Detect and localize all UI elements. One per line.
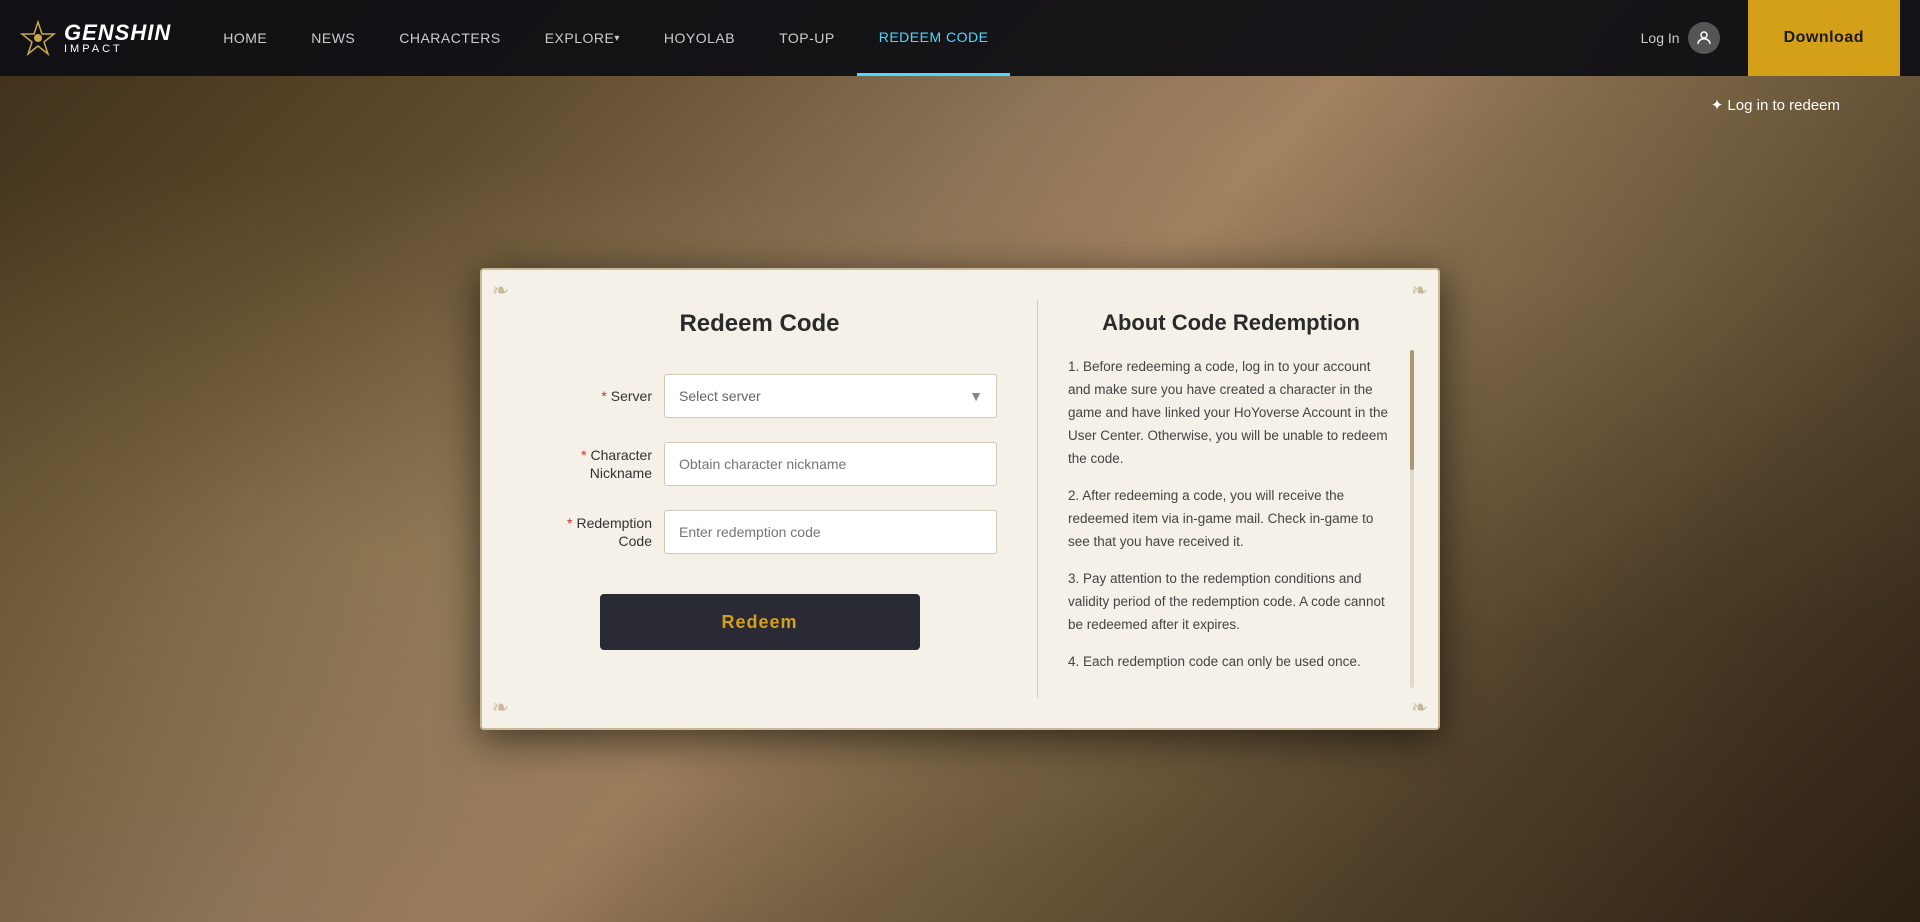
redemption-code-label: *RedemptionCode [522,514,652,550]
character-nickname-input[interactable] [664,442,997,486]
login-button[interactable]: Log In [1625,14,1736,62]
info-point-2: 2. After redeeming a code, you will rece… [1068,485,1394,554]
redeem-modal: ❧ ❧ Redeem Code *Server Select server Am… [480,268,1440,729]
character-nickname-label: *CharacterNickname [522,446,652,482]
server-form-group: *Server Select server America Europe Asi… [522,374,997,418]
modal-left-panel: Redeem Code *Server Select server Americ… [502,290,1037,707]
modal-title: Redeem Code [679,310,839,338]
nav-links: HOME NEWS CHARACTERS EXPLORE HoYoLAB TOP… [201,0,1624,76]
info-text: 1. Before redeeming a code, log in to yo… [1068,356,1394,687]
download-button[interactable]: Download [1748,0,1900,76]
redemption-required-star: * [567,515,572,531]
server-select-wrapper: Select server America Europe Asia TW, HK… [664,374,997,418]
modal-right-panel: About Code Redemption 1. Before redeemin… [1038,290,1418,707]
server-required-star: * [601,388,606,404]
nav-item-news[interactable]: NEWS [289,0,377,76]
scroll-thumb [1410,350,1414,470]
info-point-3: 3. Pay attention to the redemption condi… [1068,568,1394,637]
info-point-1: 1. Before redeeming a code, log in to yo… [1068,356,1394,471]
user-icon [1688,22,1720,54]
corner-decoration-bl: ❧ [492,695,509,720]
redeem-button[interactable]: Redeem [600,594,920,650]
logo-text: GENSHIN IMPACT [64,22,171,55]
redemption-code-form-group: *RedemptionCode [522,510,997,554]
nav-item-home[interactable]: HOME [201,0,289,76]
server-select[interactable]: Select server America Europe Asia TW, HK… [664,374,997,418]
modal-overlay: ❧ ❧ Redeem Code *Server Select server Am… [0,76,1920,922]
navbar: GENSHIN IMPACT HOME NEWS CHARACTERS EXPL… [0,0,1920,76]
nav-item-explore[interactable]: EXPLORE [523,0,642,76]
nav-item-characters[interactable]: CHARACTERS [377,0,522,76]
scroll-indicator [1410,350,1414,687]
character-required-star: * [581,447,586,463]
info-point-4: 4. Each redemption code can only be used… [1068,651,1394,674]
logo[interactable]: GENSHIN IMPACT [20,20,171,56]
server-label: *Server [522,387,652,405]
info-title: About Code Redemption [1068,310,1394,336]
logo-sub-text: IMPACT [64,44,171,55]
character-nickname-form-group: *CharacterNickname [522,442,997,486]
logo-icon [20,20,56,56]
nav-item-hoyolab[interactable]: HoYoLAB [642,0,757,76]
nav-item-topup[interactable]: TOP-UP [757,0,857,76]
nav-item-redeem-code[interactable]: REDEEM CODE [857,0,1011,76]
nav-right: Log In Download [1625,0,1900,76]
login-label: Log In [1641,30,1680,46]
logo-main-text: GENSHIN [64,22,171,44]
redemption-code-input[interactable] [664,510,997,554]
page-content: ✦ Log in to redeem ❧ ❧ Redeem Code *Serv… [0,76,1920,922]
